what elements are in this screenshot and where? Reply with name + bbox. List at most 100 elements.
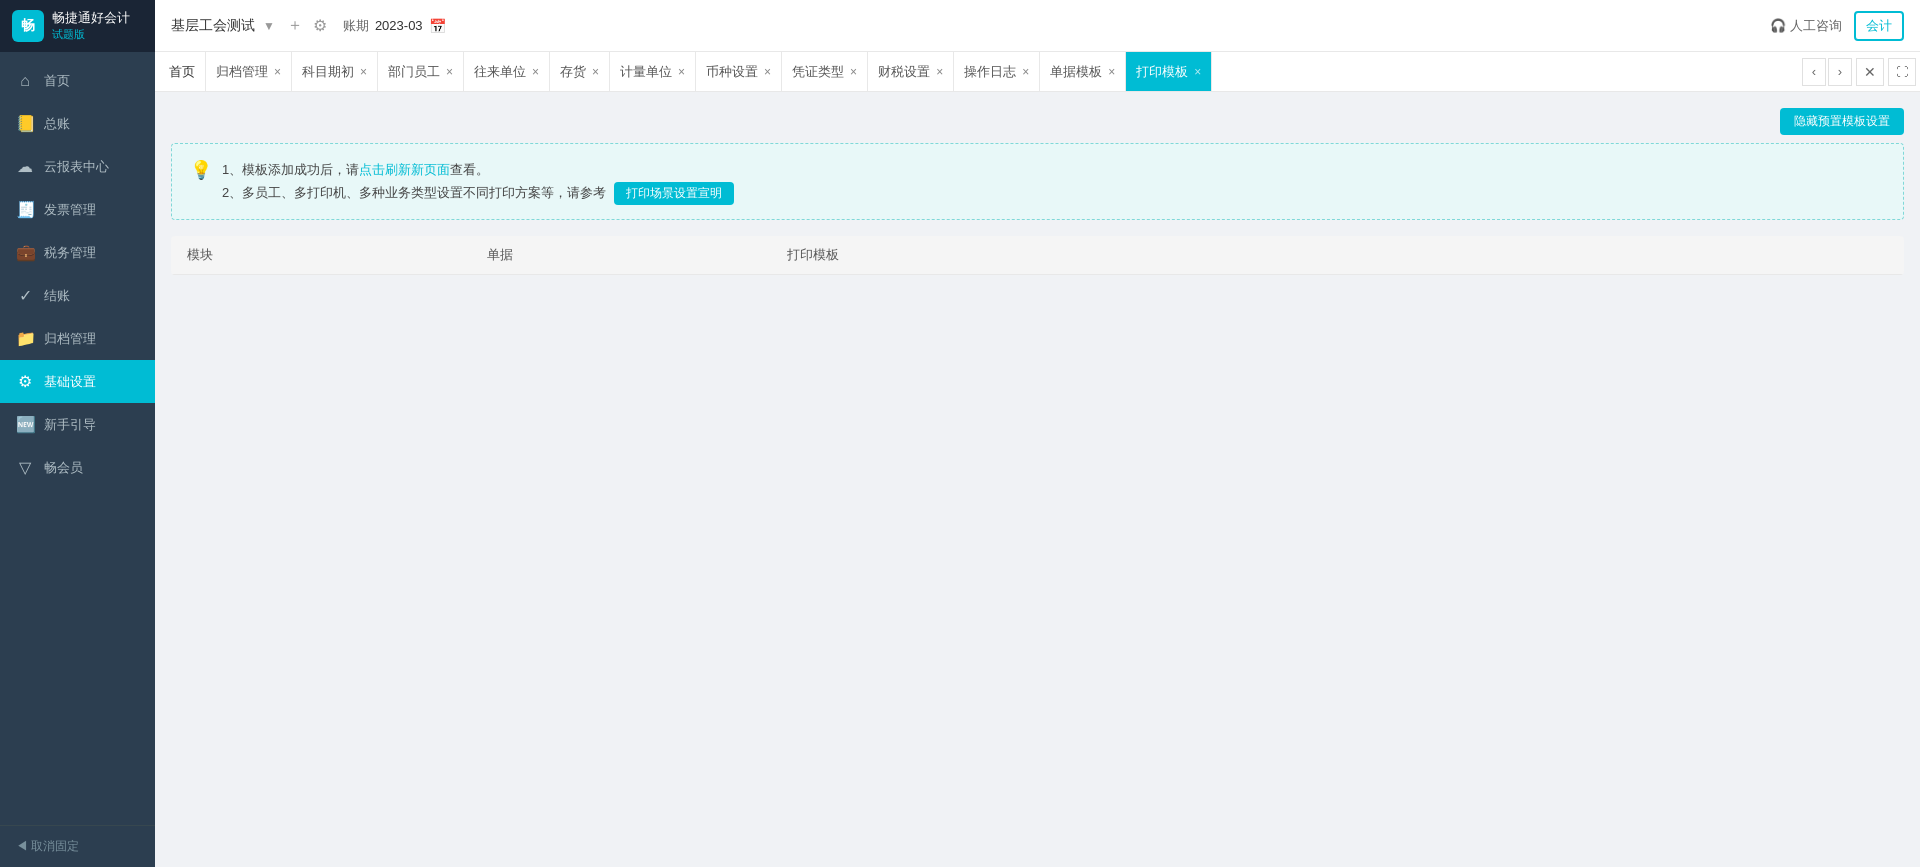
sidebar-logo: 畅 畅捷通好会计 试题版	[0, 0, 155, 52]
ledger-icon: 📒	[16, 114, 34, 133]
close-icon: ✓	[16, 286, 34, 305]
tab-close-all-button[interactable]: ✕	[1856, 58, 1884, 86]
sidebar-item-label: 首页	[44, 72, 70, 90]
logo-icon: 畅	[12, 10, 44, 42]
calendar-icon: 📅	[429, 18, 446, 34]
notice-line1: 1、模板添加成功后，请点击刷新新页面查看。	[222, 158, 734, 181]
sidebar-item-label: 畅会员	[44, 459, 83, 477]
tab-打印模板[interactable]: 打印模板 ×	[1126, 52, 1212, 92]
col-module: 模块	[171, 236, 471, 274]
invoice-icon: 🧾	[16, 200, 34, 219]
notice-line1-suffix: 查看。	[450, 162, 489, 177]
tab-close-icon[interactable]: ×	[532, 65, 539, 79]
sidebar-item-tax[interactable]: 💼税务管理	[0, 231, 155, 274]
sidebar-item-guide[interactable]: 🆕 新手引导	[0, 403, 155, 446]
notice-line2-prefix: 2、多员工、多打印机、多种业务类型设置不同打印方案等，请参考	[222, 185, 606, 200]
sidebar-footer[interactable]: ◀ 取消固定	[0, 825, 155, 867]
tab-label: 币种设置	[706, 63, 758, 81]
headset-icon: 🎧	[1770, 18, 1786, 33]
tab-close-icon[interactable]: ×	[446, 65, 453, 79]
company-name: 基层工会测试	[171, 17, 255, 35]
guide-icon: 🆕	[16, 415, 34, 434]
settings-icon[interactable]: ⚙	[313, 16, 327, 35]
tab-归档管理[interactable]: 归档管理×	[206, 52, 292, 92]
tab-科目期初[interactable]: 科目期初 ×	[292, 52, 378, 92]
sidebar-item-label: 总账	[44, 115, 70, 133]
sidebar: 畅 畅捷通好会计 试题版 ⌂ 首页 📒 总账 ☁ 云报表中心 🧾 发票管理 💼税务管理✓结账📁归…	[0, 0, 155, 867]
home-icon: ⌂	[16, 72, 34, 90]
add-tab-button[interactable]: ＋	[287, 15, 303, 36]
tab-nav-controls: ‹ › ✕ ⛶	[1802, 58, 1916, 86]
tab-close-icon[interactable]: ×	[360, 65, 367, 79]
member-icon: ▽	[16, 458, 34, 477]
logo-text: 畅捷通好会计 试题版	[52, 10, 130, 41]
tab-往来单位[interactable]: 往来单位×	[464, 52, 550, 92]
notice-line2: 2、多员工、多打印机、多种业务类型设置不同打印方案等，请参考 打印场景设置宣明	[222, 181, 734, 205]
tab-close-icon[interactable]: ×	[1194, 65, 1201, 79]
tab-首页[interactable]: 首页	[159, 52, 206, 92]
tab-prev-button[interactable]: ‹	[1802, 58, 1826, 86]
period-selector[interactable]: 账期 2023-03 📅	[343, 17, 446, 35]
company-selector[interactable]: 基层工会测试 ▼	[171, 17, 275, 35]
tab-存货[interactable]: 存货 ×	[550, 52, 610, 92]
reports-icon: ☁	[16, 157, 34, 176]
refresh-link[interactable]: 点击刷新新页面	[359, 162, 450, 177]
table-header: 模块 单据 打印模板	[171, 236, 1904, 275]
print-template-table: 模块 单据 打印模板	[171, 236, 1904, 275]
sidebar-item-label: 云报表中心	[44, 158, 109, 176]
notice-text: 1、模板添加成功后，请点击刷新新页面查看。 2、多员工、多打印机、多种业务类型设…	[222, 158, 734, 205]
sidebar-item-archive[interactable]: 📁归档管理	[0, 317, 155, 360]
help-button[interactable]: 🎧 人工咨询	[1770, 17, 1842, 35]
tab-label: 科目期初	[302, 63, 354, 81]
tabbar: 首页归档管理×科目期初×部门员工×往来单位×存货×计量单位×币种设置×凭证类型×…	[155, 52, 1920, 92]
archive-icon: 📁	[16, 329, 34, 348]
tab-close-icon[interactable]: ×	[1108, 65, 1115, 79]
tab-单据模板[interactable]: 单据模板×	[1040, 52, 1126, 92]
col-template: 打印模板	[771, 236, 1904, 274]
sidebar-item-member[interactable]: ▽ 畅会员	[0, 446, 155, 489]
tab-label: 财税设置	[878, 63, 930, 81]
sidebar-item-label: 发票管理	[44, 201, 96, 219]
tab-label: 操作日志	[964, 63, 1016, 81]
sidebar-item-home[interactable]: ⌂ 首页	[0, 60, 155, 102]
tab-expand-button[interactable]: ⛶	[1888, 58, 1916, 86]
sidebar-nav: ⌂ 首页 📒 总账 ☁ 云报表中心 🧾 发票管理 💼税务管理✓结账📁归档管理 ⚙ 基础设置 🆕 新手引导…	[0, 52, 155, 825]
tab-close-icon[interactable]: ×	[274, 65, 281, 79]
sidebar-item-label: 新手引导	[44, 416, 96, 434]
tab-close-icon[interactable]: ×	[678, 65, 685, 79]
explain-button[interactable]: 打印场景设置宣明	[614, 182, 734, 205]
hide-template-section: 隐藏预置模板设置	[171, 108, 1904, 135]
hide-template-button[interactable]: 隐藏预置模板设置	[1780, 108, 1904, 135]
tab-label: 首页	[169, 63, 195, 81]
period-label: 账期	[343, 17, 369, 35]
tab-部门员工[interactable]: 部门员工 ×	[378, 52, 464, 92]
tab-close-icon[interactable]: ×	[764, 65, 771, 79]
notice-line1-prefix: 1、模板添加成功后，请	[222, 162, 359, 177]
tab-操作日志[interactable]: 操作日志 ×	[954, 52, 1040, 92]
tab-close-icon[interactable]: ×	[592, 65, 599, 79]
tab-label: 部门员工	[388, 63, 440, 81]
sidebar-item-ledger[interactable]: 📒 总账	[0, 102, 155, 145]
sidebar-item-invoice[interactable]: 🧾 发票管理	[0, 188, 155, 231]
sidebar-item-settings[interactable]: ⚙ 基础设置	[0, 360, 155, 403]
tab-next-button[interactable]: ›	[1828, 58, 1852, 86]
company-dropdown-icon: ▼	[263, 19, 275, 33]
tab-计量单位[interactable]: 计量单位×	[610, 52, 696, 92]
tab-label: 存货	[560, 63, 586, 81]
tab-label: 打印模板	[1136, 63, 1188, 81]
tab-财税设置[interactable]: 财税设置 ×	[868, 52, 954, 92]
tab-close-icon[interactable]: ×	[1022, 65, 1029, 79]
tab-币种设置[interactable]: 币种设置 ×	[696, 52, 782, 92]
tab-close-icon[interactable]: ×	[850, 65, 857, 79]
sidebar-item-close[interactable]: ✓结账	[0, 274, 155, 317]
settings-icon: ⚙	[16, 372, 34, 391]
period-value: 2023-03	[375, 18, 423, 33]
tab-凭证类型[interactable]: 凭证类型 ×	[782, 52, 868, 92]
sidebar-item-label: 基础设置	[44, 373, 96, 391]
kuaiji-button[interactable]: 会计	[1854, 11, 1904, 41]
sidebar-item-reports[interactable]: ☁ 云报表中心	[0, 145, 155, 188]
tab-close-icon[interactable]: ×	[936, 65, 943, 79]
sidebar-item-label: 税务管理	[44, 244, 96, 262]
tab-label: 凭证类型	[792, 63, 844, 81]
topbar-right: 🎧 人工咨询 会计	[1770, 11, 1904, 41]
